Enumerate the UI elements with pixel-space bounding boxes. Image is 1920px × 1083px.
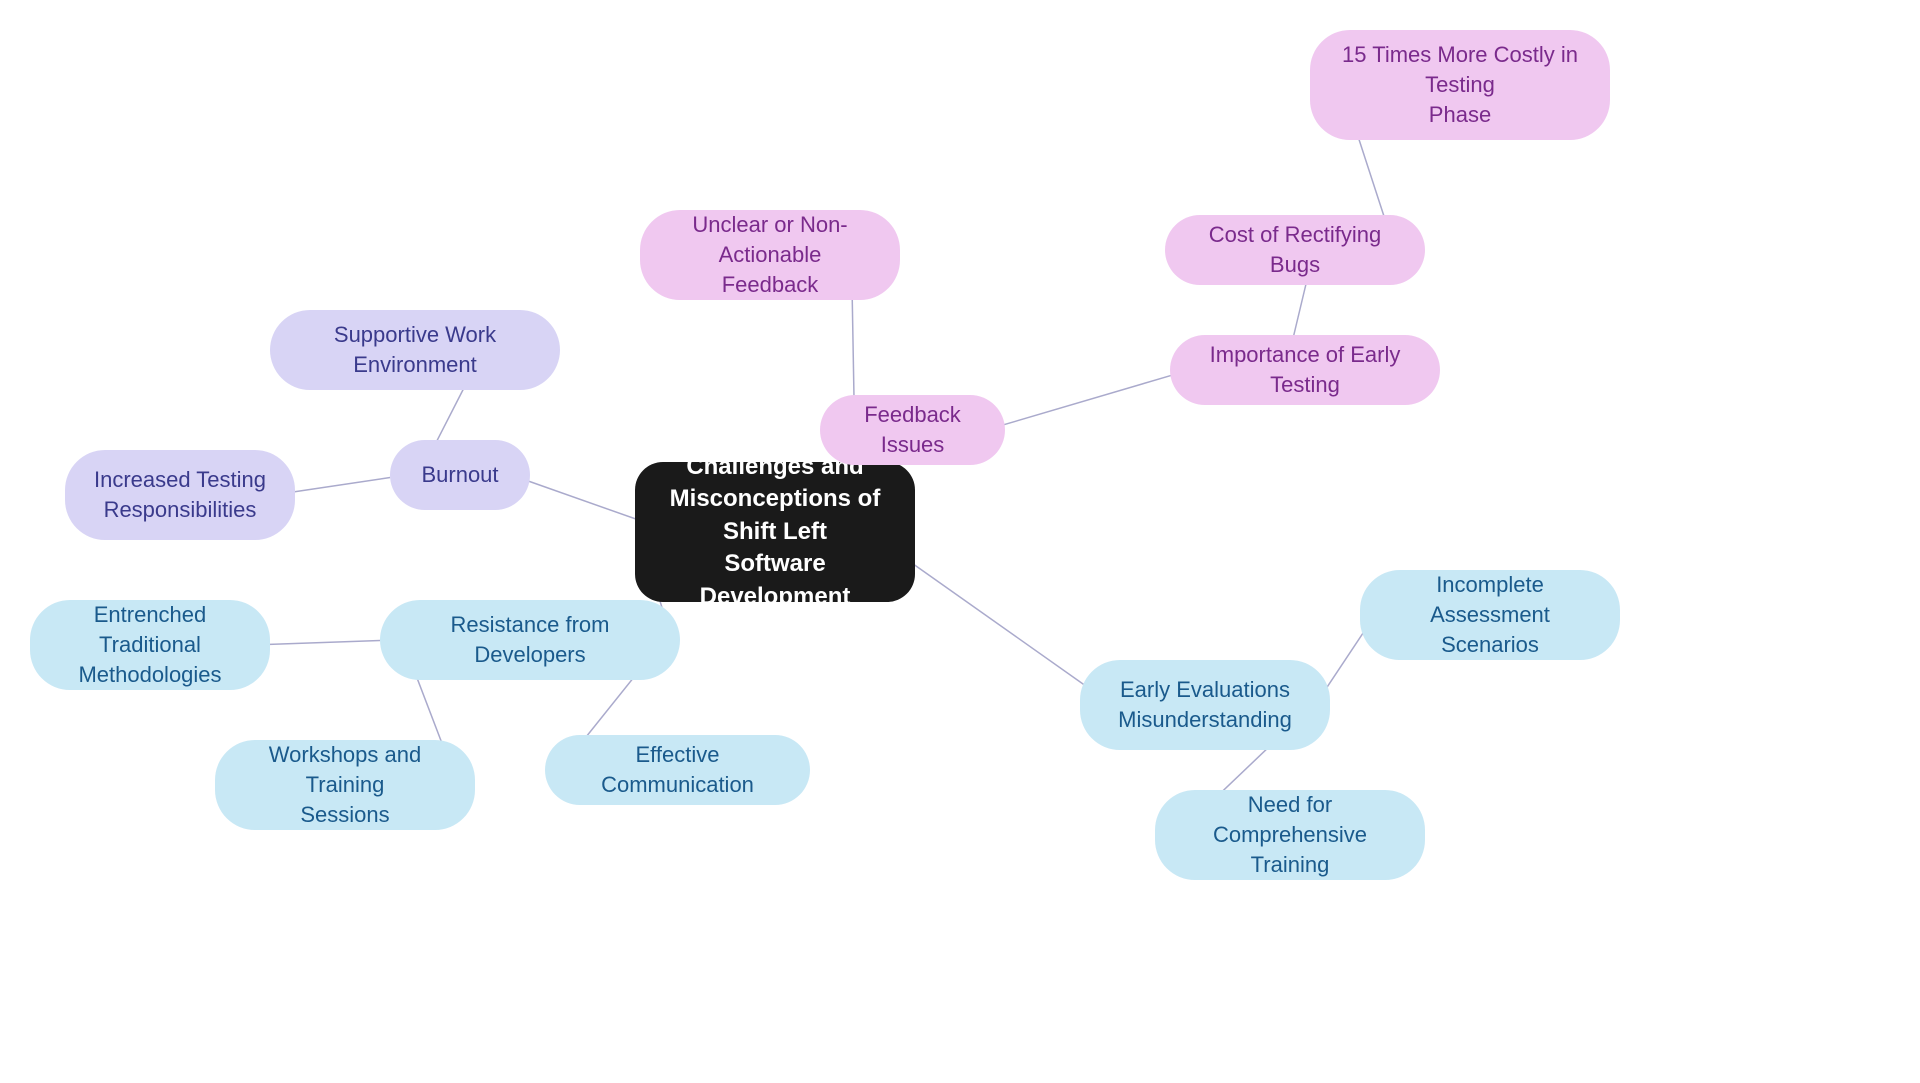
importance-early-label: Importance of Early Testing	[1198, 340, 1412, 399]
importance-early-node: Importance of Early Testing	[1170, 335, 1440, 405]
supportive-label: Supportive Work Environment	[298, 320, 532, 379]
need-training-node: Need for Comprehensive Training	[1155, 790, 1425, 880]
unclear-feedback-label: Unclear or Non-Actionable Feedback	[668, 210, 872, 299]
center-node: Challenges and Misconceptions of Shift L…	[635, 462, 915, 602]
unclear-feedback-node: Unclear or Non-Actionable Feedback	[640, 210, 900, 300]
increased-testing-label: Increased Testing Responsibilities	[94, 465, 266, 524]
early-eval-label: Early Evaluations Misunderstanding	[1118, 675, 1292, 734]
burnout-node: Burnout	[390, 440, 530, 510]
incomplete-label: Incomplete Assessment Scenarios	[1388, 570, 1592, 659]
incomplete-node: Incomplete Assessment Scenarios	[1360, 570, 1620, 660]
workshops-label: Workshops and Training Sessions	[243, 740, 447, 829]
feedback-issues-node: Feedback Issues	[820, 395, 1005, 465]
center-label: Challenges and Misconceptions of Shift L…	[663, 451, 887, 613]
increased-testing-node: Increased Testing Responsibilities	[65, 450, 295, 540]
early-eval-node: Early Evaluations Misunderstanding	[1080, 660, 1330, 750]
need-training-label: Need for Comprehensive Training	[1183, 790, 1397, 879]
feedback-issues-label: Feedback Issues	[848, 400, 977, 459]
cost-bugs-label: Cost of Rectifying Bugs	[1193, 220, 1397, 279]
entrenched-node: Entrenched Traditional Methodologies	[30, 600, 270, 690]
entrenched-label: Entrenched Traditional Methodologies	[58, 600, 242, 689]
15-times-label: 15 Times More Costly in Testing Phase	[1338, 40, 1582, 129]
resistance-label: Resistance from Developers	[408, 610, 652, 669]
supportive-node: Supportive Work Environment	[270, 310, 560, 390]
15-times-node: 15 Times More Costly in Testing Phase	[1310, 30, 1610, 140]
effective-comm-label: Effective Communication	[573, 740, 782, 799]
effective-comm-node: Effective Communication	[545, 735, 810, 805]
cost-bugs-node: Cost of Rectifying Bugs	[1165, 215, 1425, 285]
workshops-node: Workshops and Training Sessions	[215, 740, 475, 830]
resistance-node: Resistance from Developers	[380, 600, 680, 680]
burnout-label: Burnout	[421, 460, 498, 490]
